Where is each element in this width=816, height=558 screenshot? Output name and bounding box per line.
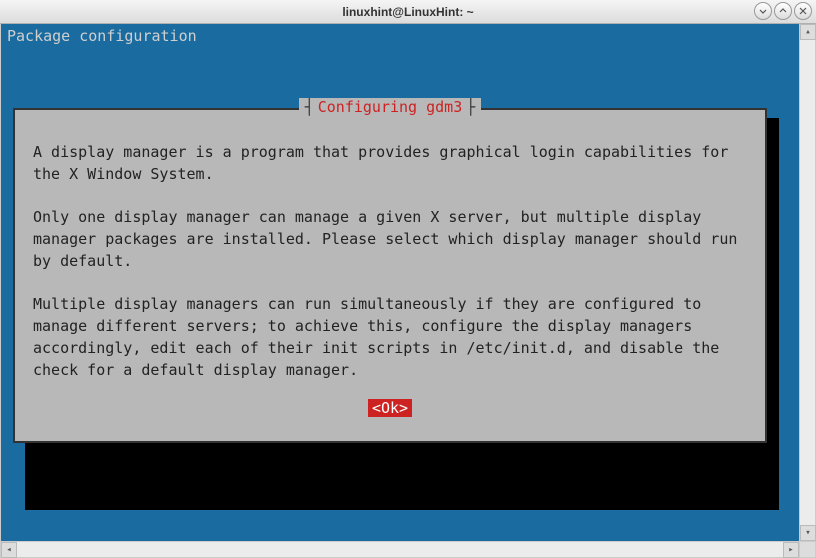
minimize-button[interactable] [754,2,772,20]
dialog-title-box: ┤ Configuring gdm3 ├ [299,98,482,116]
scroll-down-icon[interactable]: ▾ [800,525,816,541]
window-title: linuxhint@LinuxHint: ~ [342,5,473,19]
titlebar: linuxhint@LinuxHint: ~ [0,0,816,24]
dialog-paragraph: Multiple display managers can run simult… [33,295,728,378]
dialog-button-row: <Ok> [33,399,747,417]
dialog-title-wrap: ┤ Configuring gdm3 ├ [15,98,765,116]
ok-button[interactable]: <Ok> [368,399,412,417]
maximize-button[interactable] [774,2,792,20]
scroll-left-icon[interactable]: ◂ [1,542,17,558]
scroll-right-icon[interactable]: ▸ [783,542,799,558]
terminal-area: Package configuration ┤ Configuring gdm3… [0,24,816,558]
close-button[interactable] [794,2,812,20]
dialog-paragraph: A display manager is a program that prov… [33,143,737,183]
bracket-left: ┤ [305,98,314,116]
terminal-content: Package configuration ┤ Configuring gdm3… [1,24,799,541]
scroll-corner [799,541,815,557]
window-controls [754,2,812,20]
terminal-window: linuxhint@LinuxHint: ~ Package configura… [0,0,816,558]
horizontal-scrollbar[interactable]: ◂ ▸ [1,541,799,557]
dialog-paragraph: Only one display manager can manage a gi… [33,208,746,270]
vertical-scrollbar[interactable]: ▴ ▾ [799,24,815,541]
page-header: Package configuration [1,24,799,48]
config-dialog: ┤ Configuring gdm3 ├ A display manager i… [13,108,767,443]
scroll-up-icon[interactable]: ▴ [800,24,816,40]
dialog-body: A display manager is a program that prov… [33,142,747,381]
bracket-right: ├ [466,98,475,116]
dialog-title: Configuring gdm3 [314,98,467,116]
